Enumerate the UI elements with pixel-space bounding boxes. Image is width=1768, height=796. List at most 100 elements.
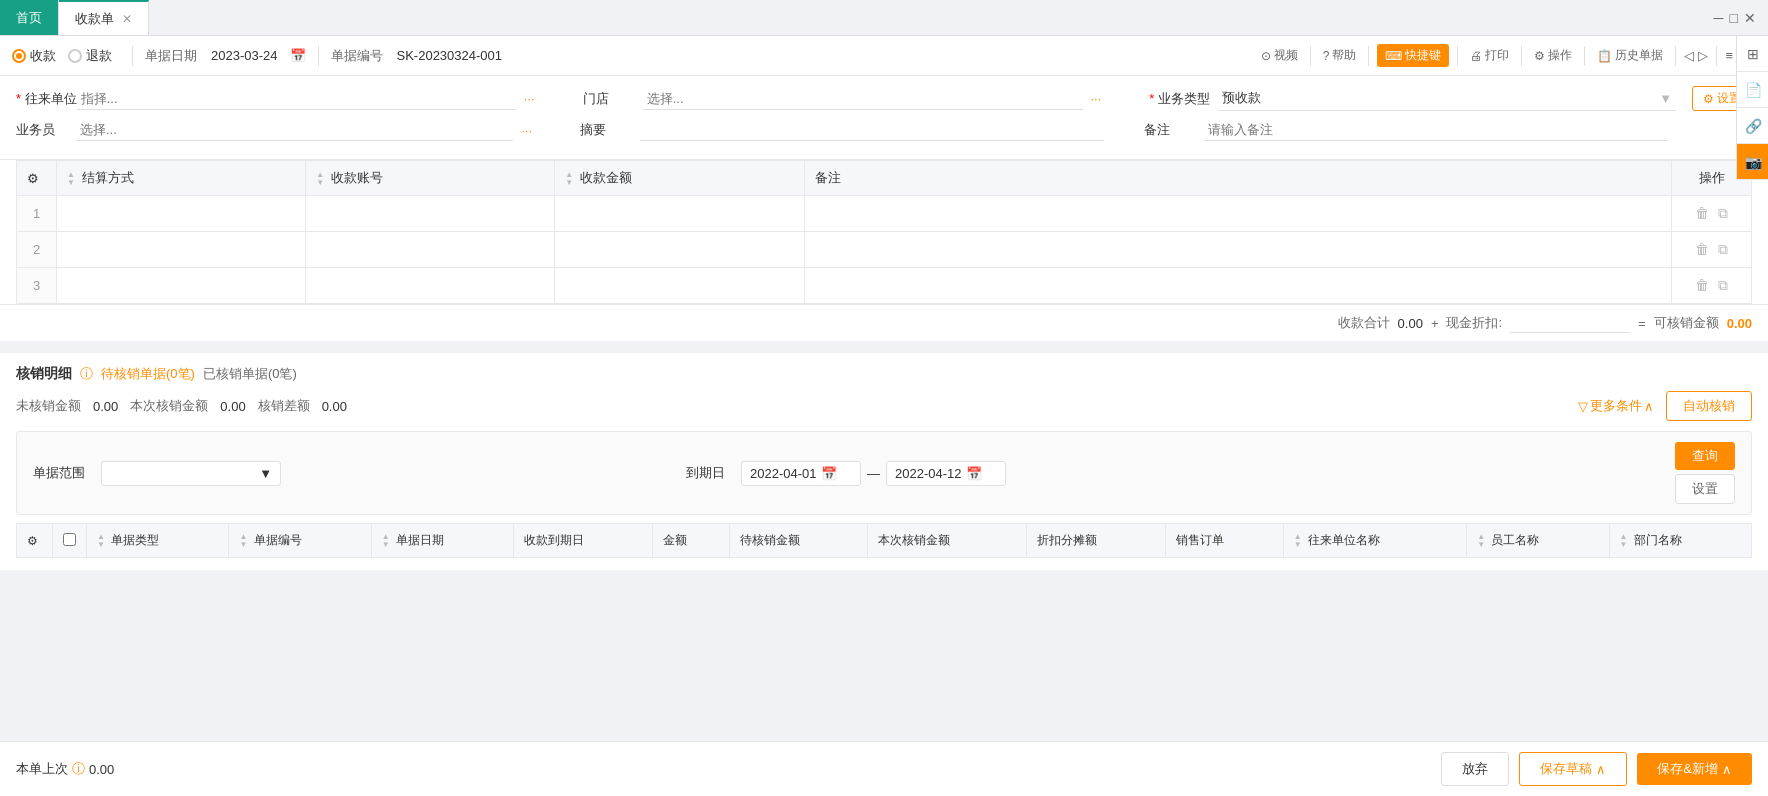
row1-actions: 🗑 ⧉ [1672,196,1752,232]
date-value: 2023-03-24 [211,48,278,63]
row1-delete-icon[interactable]: 🗑 [1695,205,1709,221]
row1-amount[interactable] [555,196,804,232]
date-to-input[interactable]: 2022-04-12 📅 [886,461,1006,486]
row3-delete-icon[interactable]: 🗑 [1695,277,1709,293]
list-view-icon[interactable]: ≡ [1725,48,1733,63]
row1-account[interactable] [306,196,555,232]
auto-verify-btn[interactable]: 自动核销 [1666,391,1752,421]
section-info-icon[interactable]: ⓘ [80,365,93,383]
business-type-field: 业务类型 预收款 ▼ [1149,86,1676,111]
col-remark: 备注 [804,161,1672,196]
refund-radio[interactable]: 退款 [68,47,112,65]
sidebar-camera-icon[interactable]: 📷 [1737,144,1768,180]
col-dept: ▲▼ 部门名称 [1609,524,1751,558]
business-type-select[interactable]: 预收款 ▼ [1218,86,1676,111]
shortcut-btn[interactable]: ⌨ 快捷键 [1377,44,1449,67]
remark-label: 备注 [1144,121,1204,139]
row3-settlement[interactable] [57,268,306,304]
salesperson-input[interactable] [76,119,513,141]
print-btn[interactable]: 🖨 打印 [1466,45,1513,66]
date-from-input[interactable]: 2022-04-01 📅 [741,461,861,486]
range-label: 单据范围 [33,464,85,482]
tab-receipt[interactable]: 收款单 ✕ [59,0,149,35]
summary-input[interactable] [640,119,1104,141]
store-more-icon[interactable]: ··· [1083,91,1110,106]
receipt-radio[interactable]: 收款 [12,47,56,65]
store-label: 门店 [583,90,643,108]
counterpart-more-icon[interactable]: ··· [516,91,543,106]
row1-copy-icon[interactable]: ⧉ [1718,205,1728,221]
remark-input[interactable] [1204,119,1668,141]
verified-tab[interactable]: 已核销单据(0笔) [203,365,297,383]
store-input[interactable] [643,88,1083,110]
current-amount-value: 0.00 [220,399,245,414]
tab-home-label: 首页 [16,9,42,27]
col-current-verify: 本次核销金额 [868,524,1027,558]
col-doc-number: ▲▼ 单据编号 [229,524,371,558]
right-sidebar: ⊞ 📄 🔗 📷 [1736,36,1768,180]
table-settings-header[interactable]: ⚙ [17,161,57,196]
chevron-up-icon: ∧ [1644,399,1654,414]
history-btn[interactable]: 📋 历史单据 [1593,45,1667,66]
row2-copy-icon[interactable]: ⧉ [1718,241,1728,257]
prev-icon[interactable]: ◁ [1684,48,1694,63]
number-label: 单据编号 [331,47,383,65]
due-date-label: 到期日 [686,464,725,482]
form-row-2: 业务员 ··· 摘要 备注 [16,119,1752,141]
sidebar-link-icon[interactable]: 🔗 [1737,108,1768,144]
sidebar-doc-icon[interactable]: 📄 [1737,72,1768,108]
sum-row: 收款合计 0.00 + 现金折扣: = 可核销金额 0.00 [0,304,1768,341]
row3-copy-icon[interactable]: ⧉ [1718,277,1728,293]
col-doc-date: ▲▼ 单据日期 [371,524,513,558]
save-new-btn[interactable]: 保存&新增 ∧ [1637,753,1752,785]
row2-remark[interactable] [804,232,1672,268]
tab-home[interactable]: 首页 [0,0,59,35]
col-amount: ▲▼ 收款金额 [555,161,804,196]
window-maximize-icon[interactable]: □ [1730,10,1738,26]
abandon-btn[interactable]: 放弃 [1441,752,1509,786]
range-select-arrow: ▼ [259,466,272,481]
row2-delete-icon[interactable]: 🗑 [1695,241,1709,257]
salesperson-more-icon[interactable]: ··· [513,123,540,138]
current-amount-label: 本次核销金额 [130,397,208,415]
row-num-3: 3 [17,268,57,304]
help-btn[interactable]: ? 帮助 [1319,45,1361,66]
discount-label: 现金折扣: [1446,314,1502,332]
operations-btn[interactable]: ⚙ 操作 [1530,45,1576,66]
save-draft-arrow: ∧ [1596,762,1606,777]
row1-remark[interactable] [804,196,1672,232]
summary-field: 摘要 [580,119,1104,141]
row2-actions: 🗑 ⧉ [1672,232,1752,268]
stats-row: 未核销金额 0.00 本次核销金额 0.00 核销差额 0.00 ▽ 更多条件 … [16,391,1752,421]
save-draft-btn[interactable]: 保存草稿 ∧ [1519,752,1627,786]
row2-amount[interactable] [555,232,804,268]
bottom-table-gear[interactable]: ⚙ [17,524,53,558]
window-close-icon[interactable]: ✕ [1744,10,1756,26]
window-minimize-icon[interactable]: ─ [1714,10,1724,26]
sidebar-table-icon[interactable]: ⊞ [1737,36,1768,72]
counterpart-input[interactable] [77,88,516,110]
discount-input[interactable] [1510,313,1630,333]
table-row: 2 🗑 ⧉ [17,232,1752,268]
more-conditions-btn[interactable]: ▽ 更多条件 ∧ [1578,397,1654,415]
row2-settlement[interactable] [57,232,306,268]
close-tab-icon[interactable]: ✕ [122,12,132,26]
row3-remark[interactable] [804,268,1672,304]
row2-account[interactable] [306,232,555,268]
col-discount: 折扣分摊额 [1027,524,1166,558]
col-pending: 待核销金额 [729,524,868,558]
date-from-value: 2022-04-01 [750,466,817,481]
pending-tab[interactable]: 待核销单据(0笔) [101,365,195,383]
search-settings-btn[interactable]: 设置 [1675,474,1735,504]
select-all-checkbox[interactable] [63,533,76,546]
query-btn[interactable]: 查询 [1675,442,1735,470]
range-select[interactable]: ▼ [101,461,281,486]
row3-account[interactable] [306,268,555,304]
calendar-icon[interactable]: 📅 [290,48,306,63]
row3-amount[interactable] [555,268,804,304]
video-btn[interactable]: ⊙ 视频 [1257,45,1302,66]
row1-settlement[interactable] [57,196,306,232]
next-icon[interactable]: ▷ [1698,48,1708,63]
toolbar-divider-7 [1584,46,1585,66]
salesperson-label: 业务员 [16,121,76,139]
